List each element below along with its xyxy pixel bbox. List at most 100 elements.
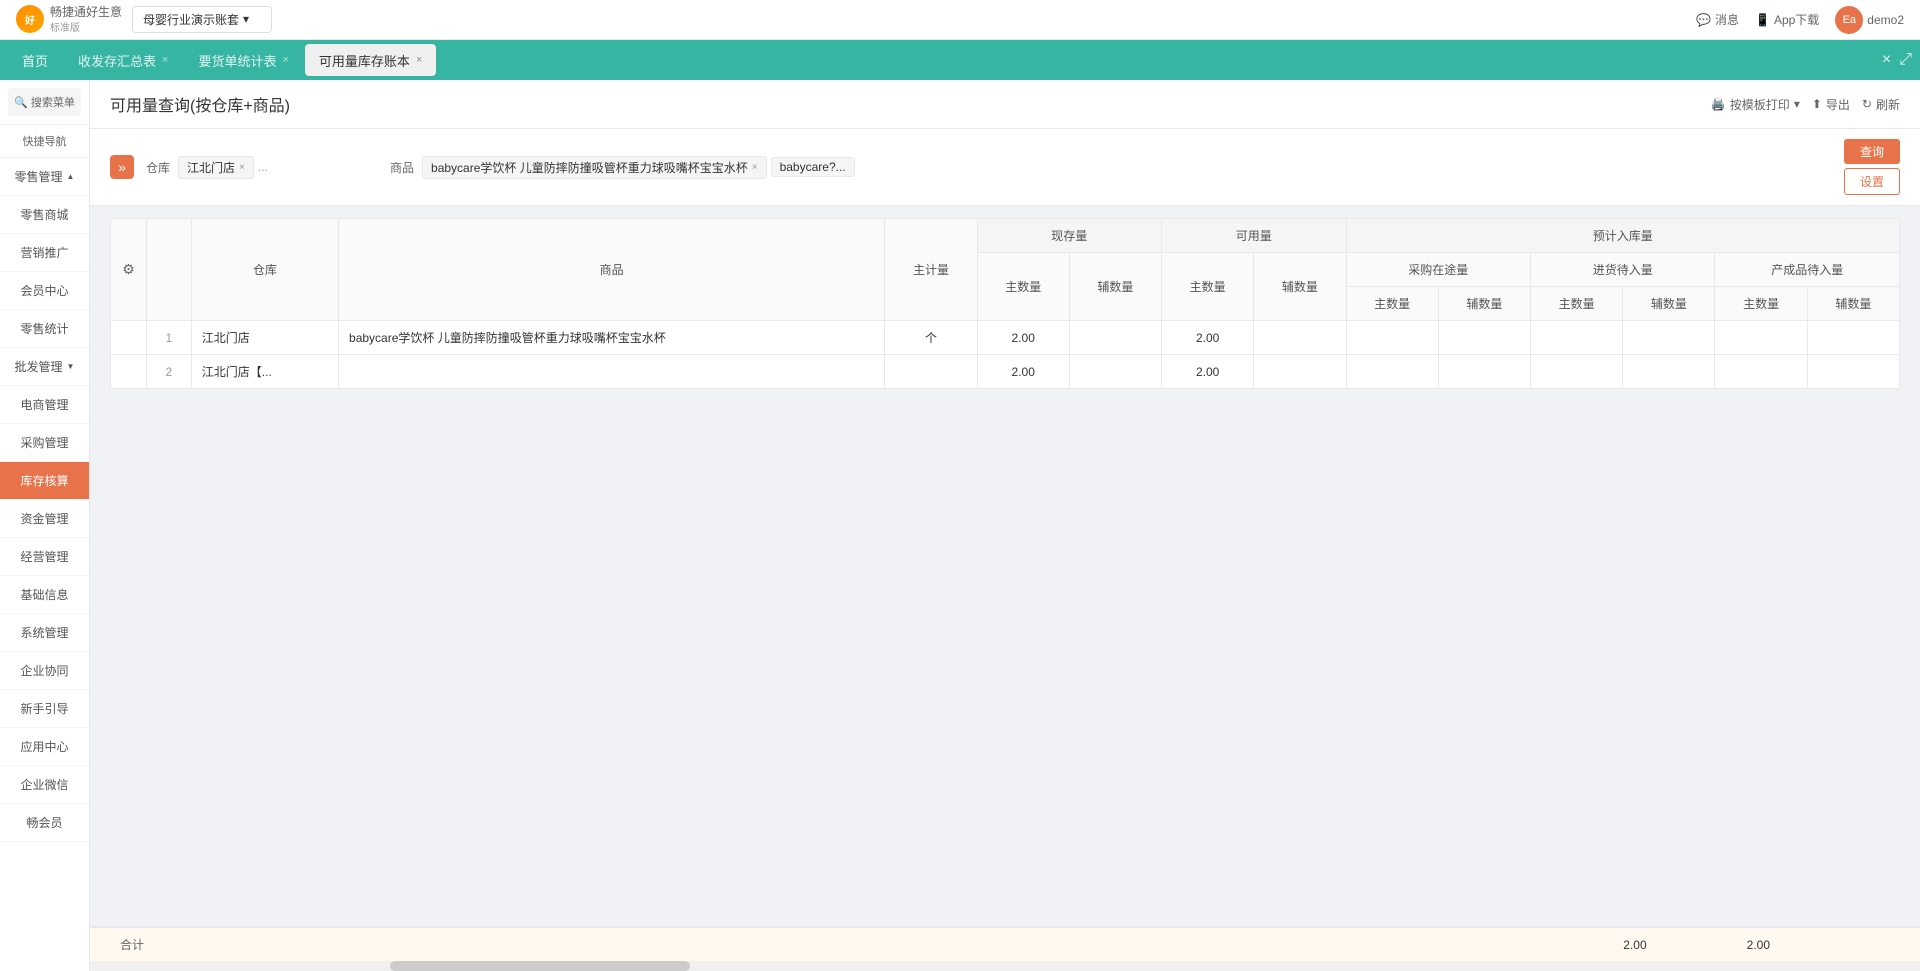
nav-expand-button[interactable]: ⤢: [1899, 51, 1912, 69]
tab-order-stats[interactable]: 要货单统计表 ×: [184, 44, 302, 76]
sidebar-item-purchasing[interactable]: 采购管理: [0, 424, 89, 462]
logo-area: 好 畅捷通好生意 标准版: [16, 5, 122, 34]
sidebar-item-new-guide[interactable]: 新手引导: [0, 690, 89, 728]
industry-selector[interactable]: 母婴行业演示账套 ▾: [132, 6, 272, 33]
sidebar-quick-nav[interactable]: 快捷导航: [0, 125, 89, 158]
sidebar-item-app-center-label: 应用中心: [20, 738, 68, 755]
refresh-button[interactable]: ↻ 刷新: [1862, 96, 1900, 113]
sidebar-item-app-center[interactable]: 应用中心: [0, 728, 89, 766]
nav-close-button[interactable]: ×: [1882, 51, 1891, 69]
sidebar-item-basic-info[interactable]: 基础信息: [0, 576, 89, 614]
table-settings-icon[interactable]: ⚙: [122, 261, 135, 277]
product-tag-1-remove[interactable]: ×: [752, 162, 758, 173]
tab-available-stock[interactable]: 可用量库存账本 ×: [305, 44, 436, 76]
sidebar-item-inventory[interactable]: 库存核算: [0, 462, 89, 500]
row-production-main-1: [1715, 321, 1807, 355]
incoming-sub-header: 辅数量: [1623, 287, 1715, 321]
sidebar-item-operations[interactable]: 经营管理: [0, 538, 89, 576]
template-print-button[interactable]: 🖨️ 按模板打印 ▾: [1711, 96, 1800, 113]
message-button[interactable]: 💬 消息: [1696, 11, 1739, 28]
purchase-main-header: 主数量: [1346, 287, 1438, 321]
warehouse-tag-1[interactable]: 江北门店 ×: [178, 156, 254, 179]
warehouse-tag-1-remove[interactable]: ×: [239, 162, 245, 173]
user-profile[interactable]: Ea demo2: [1835, 6, 1904, 34]
purchase-transit-label: 采购在途量: [1346, 253, 1530, 287]
production-label: 产成品待入量: [1715, 253, 1900, 287]
product-filter-label: 商品: [390, 159, 414, 176]
sidebar-item-enterprise-wechat[interactable]: 企业微信: [0, 766, 89, 804]
incoming-main-header: 主数量: [1530, 287, 1622, 321]
settings-button[interactable]: 设置: [1844, 168, 1900, 195]
production-sub-header: 辅数量: [1807, 287, 1899, 321]
row-incoming-sub-1: [1623, 321, 1715, 355]
row-product-1: babycare学饮杯 儿童防摔防撞吸管杯重力球吸嘴杯宝宝水杯: [339, 321, 885, 355]
product-tag-2[interactable]: babycare?...: [771, 157, 855, 177]
avatar: Ea: [1835, 6, 1863, 34]
available-header: 可用量: [1162, 219, 1346, 253]
sidebar-item-marketing[interactable]: 营销推广: [0, 234, 89, 272]
top-bar-left: 好 畅捷通好生意 标准版 母婴行业演示账套 ▾: [16, 5, 272, 34]
planned-inbound-header: 预计入库量: [1346, 219, 1899, 253]
sidebar-item-wholesale-management[interactable]: 批发管理 ▼: [0, 348, 89, 386]
tab-home[interactable]: 首页: [8, 44, 62, 76]
filter-actions: 查询 设置: [1844, 139, 1900, 195]
row-current-main-1: 2.00: [977, 321, 1069, 355]
product-header: 商品: [339, 219, 885, 321]
sidebar-item-vip[interactable]: 畅会员: [0, 804, 89, 842]
filter-expand-button[interactable]: »: [110, 155, 134, 179]
sidebar-item-enterprise-collab[interactable]: 企业协同: [0, 652, 89, 690]
tab-home-label: 首页: [22, 51, 48, 70]
product-filter-tags: babycare学饮杯 儿童防摔防撞吸管杯重力球吸嘴杯宝宝水杯 × babyca…: [422, 156, 855, 179]
filter-bar: » 仓库 江北门店 × ... 商品 babycare学饮杯 儿童防摔防撞吸管杯…: [90, 129, 1920, 206]
sidebar-item-inventory-label: 库存核算: [20, 472, 68, 489]
bottom-scrollbar[interactable]: [90, 961, 1920, 971]
sidebar-item-finance[interactable]: 资金管理: [0, 500, 89, 538]
nav-right-buttons: × ⤢: [1882, 51, 1912, 69]
table-row: 2 江北门店【... 2.00 2.00: [111, 355, 1900, 389]
row-product-2: [339, 355, 885, 389]
export-button[interactable]: ⬆ 导出: [1812, 96, 1850, 113]
sidebar-item-member-center[interactable]: 会员中心: [0, 272, 89, 310]
app-download-button[interactable]: 📱 App下载: [1755, 11, 1819, 28]
username: demo2: [1867, 13, 1904, 27]
sidebar-item-retail-stats[interactable]: 零售统计: [0, 310, 89, 348]
scrollbar-thumb[interactable]: [390, 961, 690, 971]
row-purchase-sub-2: [1438, 355, 1530, 389]
refresh-label: 刷新: [1876, 96, 1900, 113]
sidebar-item-retail-management[interactable]: 零售管理 ▲: [0, 158, 89, 196]
sidebar-item-retail-management-label: 零售管理: [15, 168, 63, 185]
product-tag-1[interactable]: babycare学饮杯 儿童防摔防撞吸管杯重力球吸嘴杯宝宝水杯 ×: [422, 156, 767, 179]
tab-receive-summary[interactable]: 收发存汇总表 ×: [64, 44, 182, 76]
tab-available-stock-close[interactable]: ×: [416, 54, 422, 66]
row-production-sub-1: [1807, 321, 1899, 355]
sidebar-item-finance-label: 资金管理: [20, 510, 68, 527]
settings-header: ⚙: [111, 219, 147, 321]
footer-label: 合计: [110, 936, 154, 953]
tab-order-stats-close[interactable]: ×: [282, 54, 288, 66]
sidebar-item-operations-label: 经营管理: [20, 548, 68, 565]
sidebar-item-retail-shop[interactable]: 零售商城: [0, 196, 89, 234]
tab-receive-summary-close[interactable]: ×: [162, 54, 168, 66]
available-main-header: 主数量: [1162, 253, 1254, 321]
message-label: 消息: [1715, 11, 1739, 28]
query-button[interactable]: 查询: [1844, 139, 1900, 164]
chevron-up-icon: ▲: [67, 172, 75, 181]
sidebar-item-ecommerce[interactable]: 电商管理: [0, 386, 89, 424]
product-tag-1-label: babycare学饮杯 儿童防摔防撞吸管杯重力球吸嘴杯宝宝水杯: [431, 159, 748, 176]
sidebar-search-button[interactable]: 🔍 搜索菜单: [8, 88, 81, 116]
row-num-2: 2: [147, 355, 192, 389]
tab-available-stock-label: 可用量库存账本: [319, 51, 410, 70]
content-area: 可用量查询(按仓库+商品) 🖨️ 按模板打印 ▾ ⬆ 导出 ↻ 刷新 »: [90, 80, 1920, 971]
sidebar-item-system[interactable]: 系统管理: [0, 614, 89, 652]
warehouse-filter-more[interactable]: ...: [258, 160, 268, 174]
footer-current-total: 2.00: [1613, 938, 1656, 952]
sidebar-item-member-center-label: 会员中心: [20, 282, 68, 299]
page-title: 可用量查询(按仓库+商品): [110, 92, 290, 116]
row-unit-1: 个: [885, 321, 977, 355]
search-icon: 🔍: [14, 97, 28, 109]
main-layout: 🔍 搜索菜单 快捷导航 零售管理 ▲ 零售商城 营销推广 会员中心 零售统计 批…: [0, 80, 1920, 971]
warehouse-tag-1-label: 江北门店: [187, 159, 235, 176]
sidebar-item-retail-shop-label: 零售商城: [20, 206, 68, 223]
message-icon: 💬: [1696, 13, 1711, 27]
row-warehouse-2: 江北门店【...: [191, 355, 338, 389]
